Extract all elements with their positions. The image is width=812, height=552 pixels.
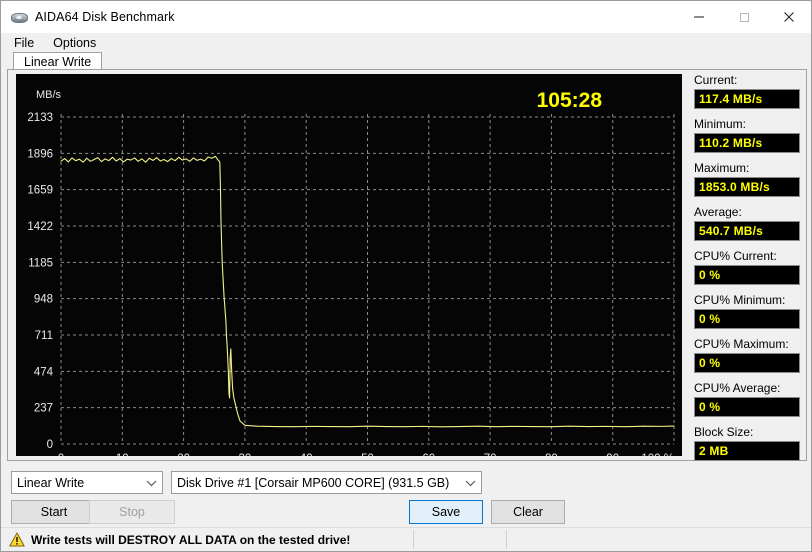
- stat-label-block-size: Block Size:: [694, 425, 754, 439]
- stat-current: Current: 117.4 MB/s: [694, 72, 800, 109]
- svg-text:80: 80: [545, 453, 558, 456]
- stat-value-current: 117.4 MB/s: [694, 89, 800, 109]
- close-icon[interactable]: [766, 1, 811, 32]
- svg-text:60: 60: [422, 453, 435, 456]
- menu-item-file[interactable]: File: [6, 35, 42, 51]
- status-bar: Write tests will DESTROY ALL DATA on the…: [1, 527, 811, 551]
- stat-value-cpu-average: 0 %: [694, 397, 800, 417]
- stop-button: Stop: [89, 500, 175, 524]
- start-button[interactable]: Start: [11, 500, 97, 524]
- status-cell-2: [507, 528, 811, 551]
- menu-bar: File Options: [1, 33, 811, 52]
- menu-item-options[interactable]: Options: [45, 35, 104, 51]
- stat-average: Average: 540.7 MB/s: [694, 204, 800, 241]
- content-panel: 0 237 474 711 948 1185 1422 1659 1896 2133 0 10 20 3…: [7, 69, 807, 461]
- test-type-select[interactable]: Linear Write: [11, 471, 163, 494]
- stat-label-minimum: Minimum:: [694, 117, 747, 131]
- svg-text:1422: 1422: [27, 221, 53, 233]
- svg-text:474: 474: [34, 366, 54, 378]
- stat-value-cpu-current: 0 %: [694, 265, 800, 285]
- aida64-disk-benchmark-window: AIDA64 Disk Benchmark File Options Linea…: [0, 0, 812, 552]
- stat-minimum: Minimum: 110.2 MB/s: [694, 116, 800, 153]
- warning-triangle-icon: [9, 532, 25, 547]
- svg-text:237: 237: [34, 403, 53, 415]
- stat-cpu-average: CPU% Average: 0 %: [694, 380, 800, 417]
- status-cell-1: [414, 528, 506, 551]
- warning-message: Write tests will DESTROY ALL DATA on the…: [1, 528, 413, 551]
- tab-strip: Linear Write: [7, 52, 807, 70]
- graph-timer: 105:28: [537, 89, 603, 112]
- graph-background: [16, 74, 682, 456]
- title-bar: AIDA64 Disk Benchmark: [1, 1, 811, 33]
- svg-text:20: 20: [177, 453, 190, 456]
- clear-button[interactable]: Clear: [491, 500, 565, 524]
- stats-panel: Current: 117.4 MB/s Minimum: 110.2 MB/s …: [694, 72, 800, 461]
- svg-text:711: 711: [35, 330, 53, 342]
- window-title: AIDA64 Disk Benchmark: [35, 10, 175, 24]
- minimize-icon[interactable]: [676, 1, 721, 32]
- svg-text:0: 0: [58, 453, 64, 456]
- stat-value-block-size: 2 MB: [694, 441, 800, 461]
- graph-canvas: 0 237 474 711 948 1185 1422 1659 1896 2133 0 10 20 3…: [16, 74, 682, 456]
- test-type-value: Linear Write: [17, 475, 85, 490]
- drive-select[interactable]: Disk Drive #1 [Corsair MP600 CORE] (931.…: [171, 471, 482, 494]
- stat-cpu-current: CPU% Current: 0 %: [694, 248, 800, 285]
- chevron-down-icon[interactable]: [460, 472, 481, 493]
- tab-label: Linear Write: [24, 54, 92, 69]
- svg-text:1185: 1185: [28, 257, 53, 269]
- chevron-down-icon[interactable]: [141, 472, 162, 493]
- svg-text:10: 10: [116, 453, 129, 456]
- svg-text:50: 50: [361, 453, 374, 456]
- svg-text:1896: 1896: [27, 148, 53, 160]
- stat-label-cpu-minimum: CPU% Minimum:: [694, 293, 786, 307]
- stat-block-size: Block Size: 2 MB: [694, 424, 800, 461]
- stat-value-cpu-minimum: 0 %: [694, 309, 800, 329]
- svg-text:100 %: 100 %: [641, 453, 674, 456]
- graph-unit-label: MB/s: [36, 89, 62, 101]
- stat-value-minimum: 110.2 MB/s: [694, 133, 800, 153]
- stat-maximum: Maximum: 1853.0 MB/s: [694, 160, 800, 197]
- stat-label-cpu-current: CPU% Current:: [694, 249, 777, 263]
- svg-text:30: 30: [239, 453, 252, 456]
- disk-icon: [10, 8, 28, 26]
- stat-value-cpu-maximum: 0 %: [694, 353, 800, 373]
- svg-text:70: 70: [484, 453, 497, 456]
- svg-text:2133: 2133: [27, 112, 53, 124]
- stat-label-cpu-average: CPU% Average:: [694, 381, 781, 395]
- maximize-icon[interactable]: [721, 1, 766, 32]
- stat-label-average: Average:: [694, 205, 742, 219]
- stat-label-current: Current:: [694, 73, 738, 87]
- svg-text:40: 40: [300, 453, 313, 456]
- window-controls: [676, 1, 811, 32]
- stat-value-average: 540.7 MB/s: [694, 221, 800, 241]
- stat-label-cpu-maximum: CPU% Maximum:: [694, 337, 789, 351]
- svg-text:90: 90: [606, 453, 619, 456]
- svg-text:1659: 1659: [27, 185, 53, 197]
- stat-label-maximum: Maximum:: [694, 161, 750, 175]
- tab-linear-write[interactable]: Linear Write: [13, 52, 103, 70]
- save-button[interactable]: Save: [409, 500, 483, 524]
- stat-value-maximum: 1853.0 MB/s: [694, 177, 800, 197]
- warning-text: Write tests will DESTROY ALL DATA on the…: [31, 532, 351, 547]
- benchmark-graph: 0 237 474 711 948 1185 1422 1659 1896 2133 0 10 20 3…: [16, 74, 682, 456]
- svg-text:0: 0: [47, 439, 53, 451]
- stat-cpu-minimum: CPU% Minimum: 0 %: [694, 292, 800, 329]
- stat-cpu-maximum: CPU% Maximum: 0 %: [694, 336, 800, 373]
- svg-text:948: 948: [34, 294, 53, 306]
- drive-select-value: Disk Drive #1 [Corsair MP600 CORE] (931.…: [177, 475, 450, 490]
